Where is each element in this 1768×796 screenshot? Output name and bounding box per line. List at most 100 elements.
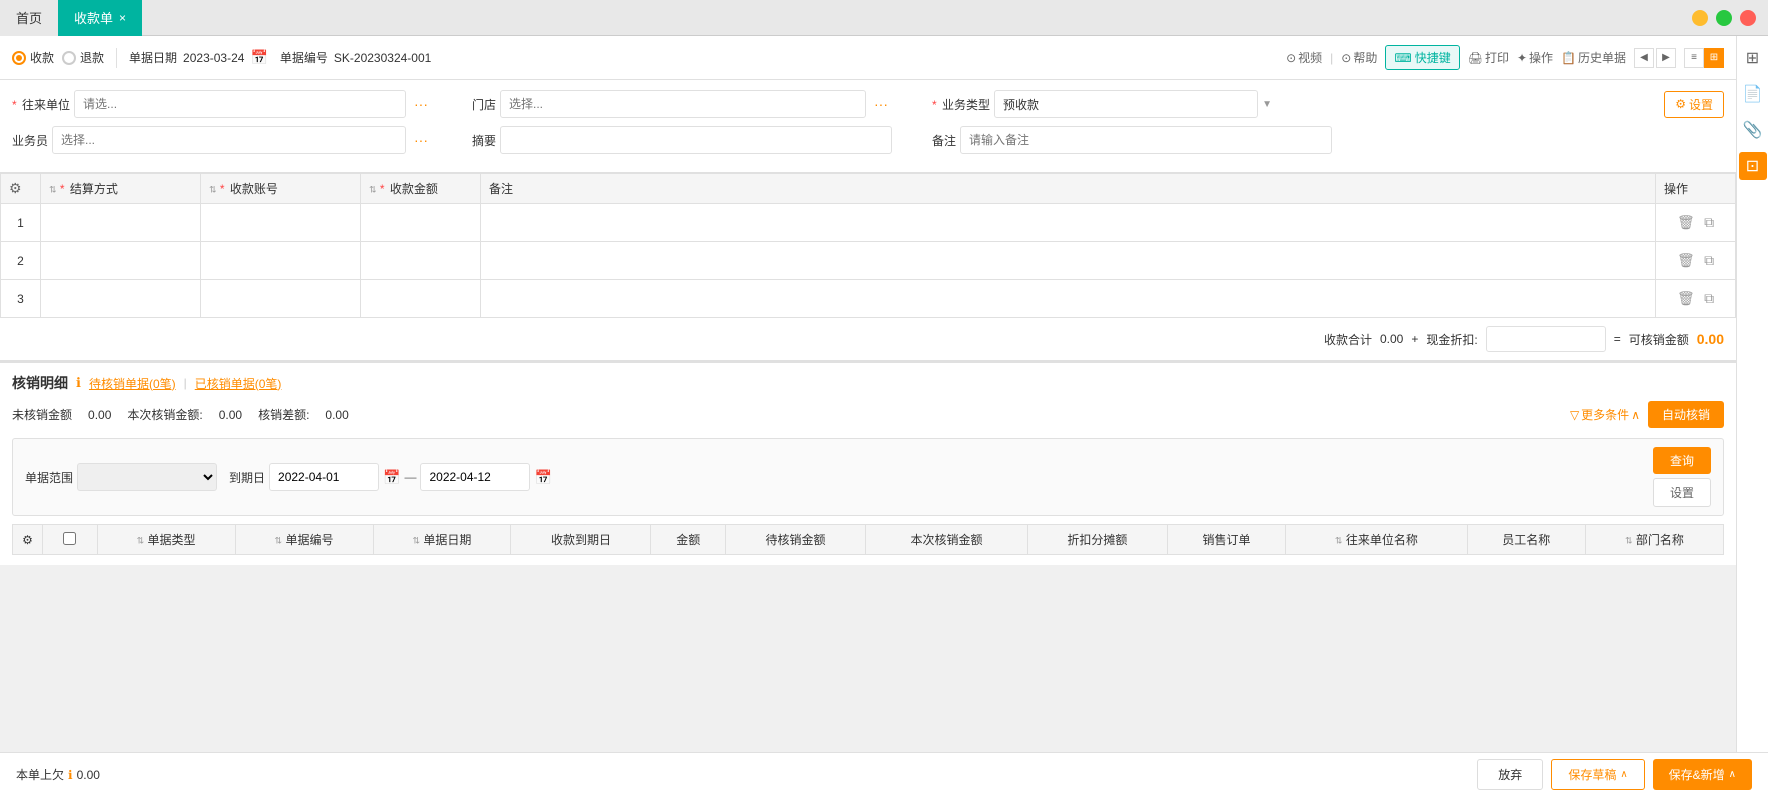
staff-input[interactable] — [52, 126, 406, 154]
gear-icon-bottom[interactable]: ⚙ — [22, 533, 33, 547]
footer-amount: 0.00 — [77, 768, 100, 782]
row-amount-3[interactable] — [361, 280, 481, 318]
row-account-3[interactable] — [201, 280, 361, 318]
row-copy-icon-1[interactable]: ⧉ — [1704, 214, 1714, 230]
radio-refund[interactable]: 退款 — [62, 49, 104, 66]
history-link[interactable]: 📋 历史单据 — [1561, 49, 1626, 66]
th-ops: 操作 — [1656, 174, 1736, 204]
radio-receipt[interactable]: 收款 — [12, 49, 54, 66]
docno-field: 单据编号 SK-20230324-001 — [280, 49, 431, 66]
date-to-calendar[interactable]: 📅 — [534, 469, 551, 486]
maximize-button[interactable] — [1716, 10, 1732, 26]
close-button[interactable] — [1740, 10, 1756, 26]
row-settle-1[interactable] — [41, 204, 201, 242]
radio-receipt-label: 收款 — [30, 49, 54, 66]
table-gear-icon[interactable]: ⚙ — [9, 180, 22, 196]
abandon-button[interactable]: 放弃 — [1477, 759, 1543, 790]
store-more-btn[interactable]: ··· — [870, 96, 892, 112]
date-label: 到期日 — [229, 469, 265, 486]
layout-grid[interactable]: ⊞ — [1704, 48, 1724, 68]
date-sep: — — [404, 470, 416, 484]
radio-refund-circle — [62, 51, 76, 65]
date-to-input[interactable] — [420, 463, 530, 491]
main-content: 收款 退款 单据日期 2023-03-24 📅 单据编号 SK-20230324… — [0, 36, 1768, 752]
pending-tab[interactable]: 待核销单据(0笔) — [89, 375, 176, 392]
type-radio-group: 收款 退款 — [12, 49, 104, 66]
th-partner-name: ⇅ 往来单位名称 — [1286, 525, 1468, 555]
sidebar-doc-icon[interactable]: 📄 — [1739, 80, 1767, 108]
sidebar-table-icon[interactable]: ⊞ — [1739, 44, 1767, 72]
save-new-button[interactable]: 保存&新增 ∧ — [1653, 759, 1752, 790]
more-conditions-btn[interactable]: ▽ 更多条件 ∧ — [1570, 406, 1640, 423]
date-from-calendar[interactable]: 📅 — [383, 469, 400, 486]
ops-link[interactable]: ✦ 操作 — [1517, 49, 1553, 66]
auto-verify-button[interactable]: 自动核销 — [1648, 401, 1724, 428]
partner-more-btn[interactable]: ··· — [410, 96, 432, 112]
row-delete-icon-1[interactable]: 🗑 — [1677, 214, 1695, 230]
tab-home[interactable]: 首页 — [0, 0, 58, 36]
shortcut-btn[interactable]: ⌨ 快捷键 — [1385, 45, 1459, 70]
row-amount-2[interactable] — [361, 242, 481, 280]
row-settle-3[interactable] — [41, 280, 201, 318]
chevron-up-icon: ∧ — [1631, 408, 1640, 422]
filter-icon: ▽ — [1570, 408, 1579, 422]
minimize-button[interactable] — [1692, 10, 1708, 26]
partner-input[interactable] — [74, 90, 406, 118]
select-all-checkbox[interactable] — [63, 532, 76, 545]
save-draft-button[interactable]: 保存草稿 ∧ — [1551, 759, 1644, 790]
info-icon[interactable]: ℹ — [76, 375, 81, 391]
col-gear: ⚙ — [1, 174, 41, 204]
help-link[interactable]: ⊙ 帮助 — [1341, 49, 1377, 66]
staff-more-btn[interactable]: ··· — [410, 132, 432, 148]
tab-close-icon[interactable]: × — [119, 11, 126, 25]
store-input[interactable] — [500, 90, 866, 118]
sidebar-capture-icon[interactable]: ⊡ — [1739, 152, 1767, 180]
range-select[interactable] — [77, 463, 217, 491]
tab-receipt[interactable]: 收款单 × — [58, 0, 142, 36]
settings-button[interactable]: ⚙ 设置 — [1664, 91, 1724, 118]
biztype-input[interactable] — [994, 90, 1258, 118]
row-account-1[interactable] — [201, 204, 361, 242]
row-copy-icon-2[interactable]: ⧉ — [1704, 252, 1714, 268]
video-link[interactable]: ⊙ 视频 — [1286, 49, 1322, 66]
row-delete-icon-3[interactable]: 🗑 — [1677, 290, 1695, 306]
discount-input[interactable] — [1486, 326, 1606, 352]
row-copy-icon-3[interactable]: ⧉ — [1704, 290, 1714, 306]
discount-label: 现金折扣: — [1426, 331, 1477, 348]
layout-list[interactable]: ≡ — [1684, 48, 1704, 68]
row-settle-2[interactable] — [41, 242, 201, 280]
verify-section: 核销明细 ℹ 待核销单据(0笔) | 已核销单据(0笔) 未核销金额 0.00 … — [0, 363, 1736, 565]
done-tab[interactable]: 已核销单据(0笔) — [195, 375, 282, 392]
filter-settings-button[interactable]: 设置 — [1653, 478, 1711, 507]
gear-icon: ⚙ — [1675, 97, 1686, 111]
radio-receipt-circle — [12, 51, 26, 65]
th-sales-order: 销售订单 — [1167, 525, 1285, 555]
summary-input[interactable] — [500, 126, 892, 154]
nav-prev[interactable]: ◀ — [1634, 48, 1654, 68]
row-amount-1[interactable] — [361, 204, 481, 242]
row-account-2[interactable] — [201, 242, 361, 280]
remark-field: 备注 — [932, 126, 1332, 154]
sidebar-clip-icon[interactable]: 📎 — [1739, 116, 1767, 144]
th-account: ⇅ * 收款账号 — [201, 174, 361, 204]
date-label: 单据日期 — [129, 49, 177, 66]
row-note-1[interactable] — [481, 204, 1656, 242]
row-note-2[interactable] — [481, 242, 1656, 280]
th-checkbox-col — [43, 525, 98, 555]
biztype-chevron[interactable]: ▼ — [1262, 99, 1272, 110]
th-settle: ⇅ * 结算方式 — [41, 174, 201, 204]
remark-input[interactable] — [960, 126, 1332, 154]
row-ops-2: 🗑 ⧉ — [1656, 242, 1736, 280]
date-from-input[interactable] — [269, 463, 379, 491]
print-link[interactable]: 🖨 打印 — [1468, 49, 1509, 66]
total-value: 0.00 — [1380, 332, 1403, 346]
row-delete-icon-2[interactable]: 🗑 — [1677, 252, 1695, 268]
row-note-3[interactable] — [481, 280, 1656, 318]
docno-value: SK-20230324-001 — [334, 51, 431, 65]
form-row-1: * 往来单位 ··· 门店 ··· * 业务类型 ▼ — [12, 90, 1724, 118]
date-calendar-icon[interactable]: 📅 — [250, 49, 267, 66]
summary-row: 收款合计 0.00 + 现金折扣: = 可核销金额 0.00 — [0, 318, 1736, 362]
staff-field: 业务员 ··· — [12, 126, 432, 154]
nav-next[interactable]: ▶ — [1656, 48, 1676, 68]
query-button[interactable]: 查询 — [1653, 447, 1711, 474]
